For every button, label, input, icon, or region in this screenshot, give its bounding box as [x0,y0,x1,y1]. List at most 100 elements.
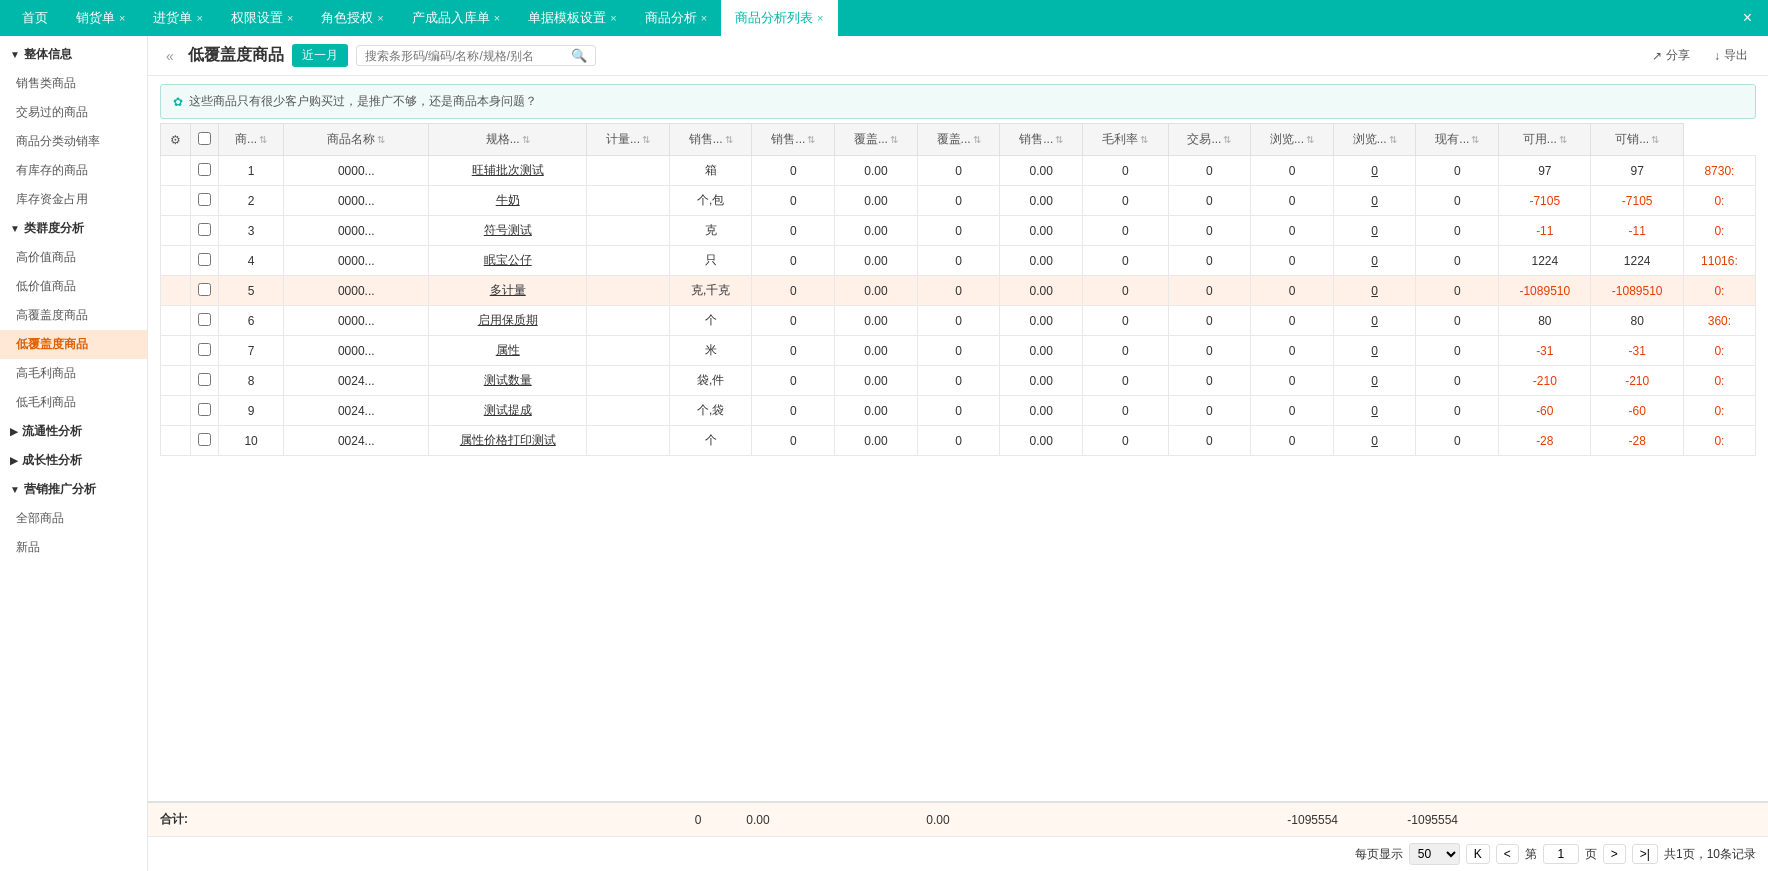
sidebar-item-high-value[interactable]: 高价值商品 [0,243,147,272]
row-code: 0000... [284,276,429,306]
row-unit: 克,千克 [669,276,752,306]
nav-role-close[interactable]: × [377,0,383,36]
row-name[interactable]: 属性 [429,336,587,366]
nav-product-analysis-list[interactable]: 商品分析列表 × [721,0,837,36]
next-page-btn[interactable]: > [1603,844,1626,864]
row-name[interactable]: 多计量 [429,276,587,306]
row-checkbox[interactable] [191,276,219,306]
nav-template-settings[interactable]: 单据模板设置 × [514,0,630,36]
row-browse-a[interactable]: 0 [1333,246,1416,276]
sidebar-section-marketing[interactable]: ▼ 营销推广分析 [0,475,147,504]
nav-analysis-list-close[interactable]: × [817,0,823,36]
row-gear [161,216,191,246]
row-checkbox[interactable] [191,186,219,216]
nav-permissions-close[interactable]: × [287,0,293,36]
nav-template-close[interactable]: × [610,0,616,36]
row-sales-qty: 0 [752,396,835,426]
row-sales-c: 0 [1083,306,1169,336]
row-browse-a[interactable]: 0 [1333,336,1416,366]
row-sales-c: 0 [1083,156,1169,186]
row-checkbox[interactable] [191,156,219,186]
last-page-btn[interactable]: >| [1632,844,1658,864]
row-checkbox[interactable] [191,366,219,396]
row-name[interactable]: 属性价格打印测试 [429,426,587,456]
row-checkbox[interactable] [191,216,219,246]
info-icon: ✿ [173,95,183,109]
period-button[interactable]: 近一月 [292,44,348,67]
nav-home[interactable]: 首页 [8,0,62,36]
row-browse-a[interactable]: 0 [1333,366,1416,396]
nav-sales-order[interactable]: 销货单 × [62,0,139,36]
page-title: 低覆盖度商品 [188,45,284,66]
row-checkbox[interactable] [191,426,219,456]
nav-purchase-order[interactable]: 进货单 × [139,0,216,36]
row-cover-a: 0 [917,186,1000,216]
sidebar-item-in-stock[interactable]: 有库存的商品 [0,156,147,185]
export-button[interactable]: ↓ 导出 [1706,44,1756,67]
row-name[interactable]: 测试数量 [429,366,587,396]
sidebar-section-overall[interactable]: ▼ 整体信息 [0,40,147,69]
row-browse-a[interactable]: 0 [1333,156,1416,186]
row-browse-a[interactable]: 0 [1333,276,1416,306]
sidebar-item-category-rate[interactable]: 商品分类动销率 [0,127,147,156]
sidebar-item-traded-products[interactable]: 交易过的商品 [0,98,147,127]
row-current-stock: -60 [1499,396,1591,426]
nav-close-all[interactable]: × [1735,9,1760,27]
marketing-arrow: ▼ [10,484,20,495]
sidebar-item-sales-products[interactable]: 销售类商品 [0,69,147,98]
row-browse-a[interactable]: 0 [1333,186,1416,216]
sidebar-item-low-gross[interactable]: 低毛利商品 [0,388,147,417]
prev-page-btn[interactable]: < [1496,844,1519,864]
row-available: -11 [1591,216,1683,246]
row-name[interactable]: 牛奶 [429,186,587,216]
row-browse-a[interactable]: 0 [1333,396,1416,426]
sidebar-item-stock-capital[interactable]: 库存资金占用 [0,185,147,214]
sidebar-section-growth[interactable]: ▶ 成长性分析 [0,446,147,475]
page-size-select[interactable]: 50 20 100 [1409,843,1460,865]
row-name[interactable]: 眠宝公仔 [429,246,587,276]
page-input[interactable] [1543,844,1579,864]
row-sales-amt: 0.00 [835,426,918,456]
th-browse-b: 浏览...⇅ [1333,124,1416,156]
nav-role-auth[interactable]: 角色授权 × [307,0,397,36]
th-cover-b: 覆盖...⇅ [917,124,1000,156]
search-input[interactable] [365,49,571,63]
row-browse-a[interactable]: 0 [1333,306,1416,336]
row-checkbox[interactable] [191,396,219,426]
sidebar-section-cluster[interactable]: ▼ 类群度分析 [0,214,147,243]
row-checkbox[interactable] [191,336,219,366]
row-current-stock: -7105 [1499,186,1591,216]
row-name[interactable]: 符号测试 [429,216,587,246]
sidebar-collapse-btn[interactable]: « [160,46,180,66]
row-available: -7105 [1591,186,1683,216]
row-checkbox[interactable] [191,246,219,276]
nav-product-analysis[interactable]: 商品分析 × [631,0,721,36]
row-checkbox[interactable] [191,306,219,336]
sidebar-item-high-gross[interactable]: 高毛利商品 [0,359,147,388]
row-browse-a[interactable]: 0 [1333,216,1416,246]
row-cover-a: 0 [917,246,1000,276]
row-sales-qty: 0 [752,276,835,306]
sidebar-item-low-coverage[interactable]: 低覆盖度商品 [0,330,147,359]
row-browse-a[interactable]: 0 [1333,426,1416,456]
nav-sales-order-close[interactable]: × [119,0,125,36]
sidebar-item-low-value[interactable]: 低价值商品 [0,272,147,301]
sidebar-item-high-coverage[interactable]: 高覆盖度商品 [0,301,147,330]
nav-analysis-close[interactable]: × [701,0,707,36]
sidebar-item-all-products[interactable]: 全部商品 [0,504,147,533]
share-button[interactable]: ↗ 分享 [1644,44,1698,67]
sidebar-section-circulation[interactable]: ▶ 流通性分析 [0,417,147,446]
nav-product-close[interactable]: × [494,0,500,36]
table-row: 8 0024... 测试数量 袋,件 0 0.00 0 0.00 0 0 0 0… [161,366,1756,396]
nav-permissions[interactable]: 权限设置 × [217,0,307,36]
row-name[interactable]: 测试提成 [429,396,587,426]
nav-purchase-close[interactable]: × [196,0,202,36]
row-name[interactable]: 启用保质期 [429,306,587,336]
first-page-btn[interactable]: K [1466,844,1490,864]
th-settings[interactable]: ⚙ [161,124,191,156]
nav-product-warehouse[interactable]: 产成品入库单 × [398,0,514,36]
row-name[interactable]: 旺辅批次测试 [429,156,587,186]
select-all-checkbox[interactable] [198,132,211,145]
sidebar-item-new-products[interactable]: 新品 [0,533,147,562]
row-cover-b: 0.00 [1000,426,1083,456]
